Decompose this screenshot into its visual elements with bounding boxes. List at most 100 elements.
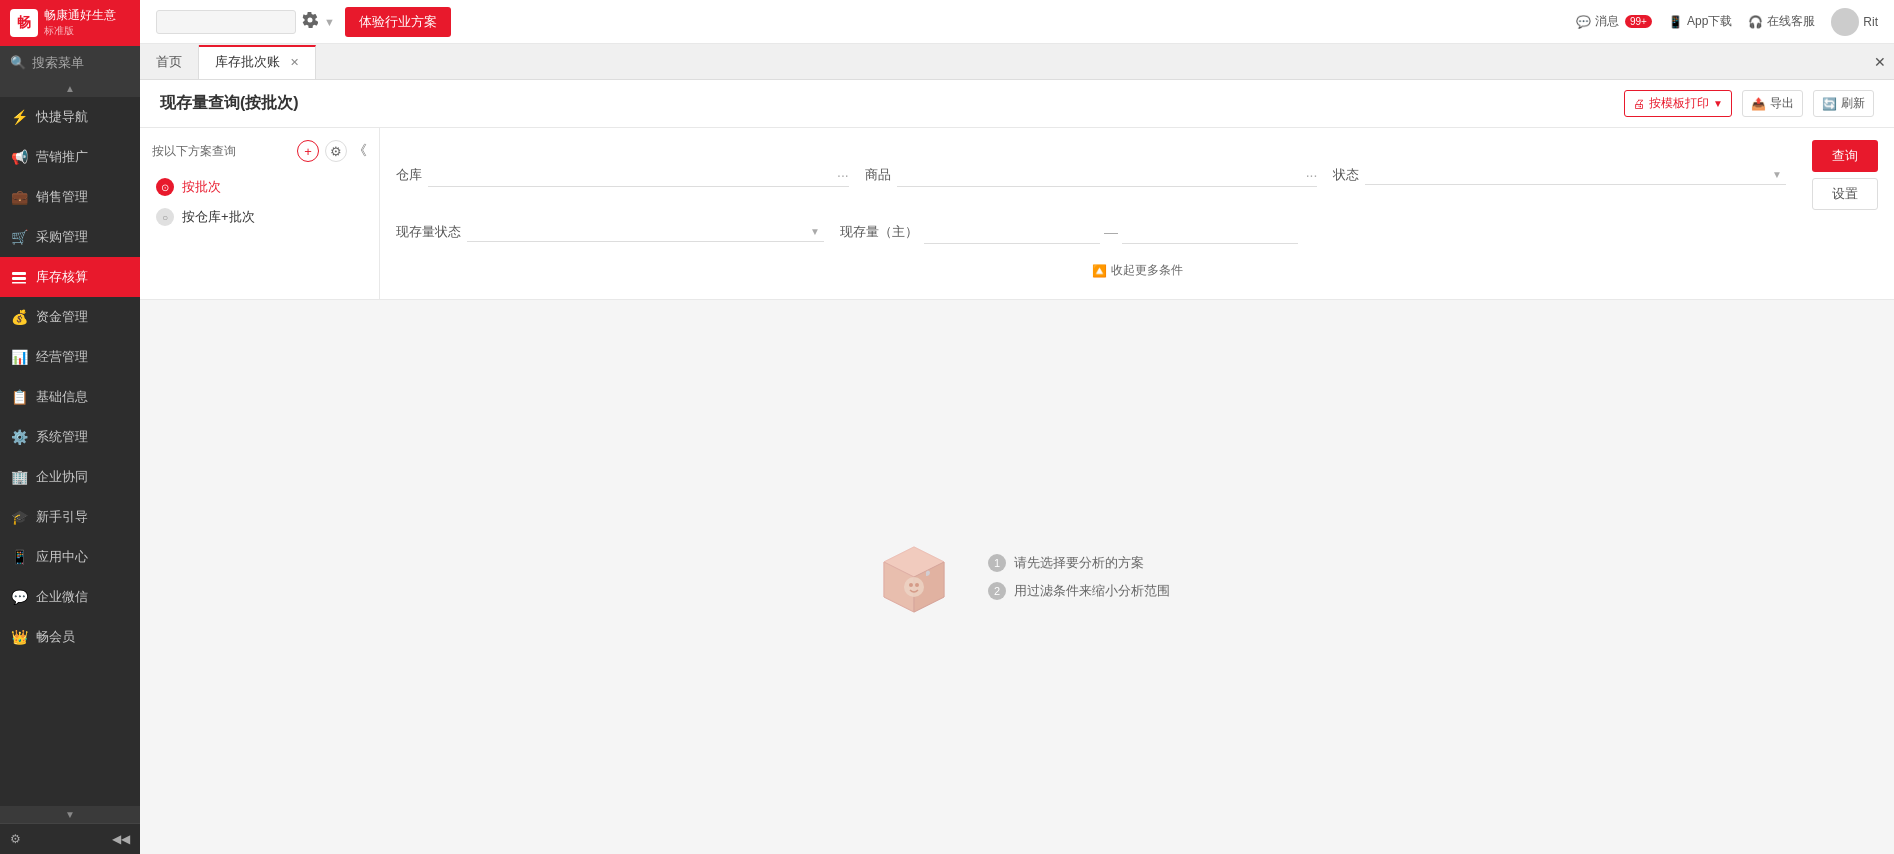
tab-home[interactable]: 首页 [140,45,199,79]
warehouse-more-btn[interactable]: ··· [837,167,849,183]
export-btn[interactable]: 📤 导出 [1742,90,1803,117]
empty-tips: 1 请先选择要分析的方案 2 用过滤条件来缩小分析范围 [988,554,1170,600]
wechat-icon: 💬 [10,588,28,606]
sidebar-item-system[interactable]: ⚙️ 系统管理 [0,417,140,457]
sidebar-settings-btn[interactable]: ⚙ [10,832,21,846]
sidebar-item-app-center[interactable]: 📱 应用中心 [0,537,140,577]
sidebar-item-basic[interactable]: 📋 基础信息 [0,377,140,417]
newcomer-icon: 🎓 [10,508,28,526]
sidebar: 畅 畅康通好生意 标准版 🔍 搜索菜单 ▲ ⚡ 快捷导航 📢 营销推广 💼 销售… [0,0,140,854]
system-icon: ⚙️ [10,428,28,446]
goods-input-area: ··· [897,163,1318,187]
sidebar-item-label: 新手引导 [36,508,88,526]
filter-right-panel: 仓库 ··· 商品 ··· [380,128,1894,299]
status-select[interactable]: ▼ [1365,165,1786,185]
collapse-up-icon: 🔼 [1092,264,1107,278]
sidebar-scroll-down[interactable]: ▼ [0,806,140,823]
print-btn[interactable]: 🖨 按模板打印 ▼ [1624,90,1732,117]
sidebar-search[interactable]: 🔍 搜索菜单 [0,46,140,80]
filter-scheme-by-batch[interactable]: ⊙ 按批次 [152,172,367,202]
stock-status-select[interactable]: ▼ [467,222,824,242]
sidebar-collapse-btn[interactable]: ◀◀ [112,832,130,846]
refresh-btn[interactable]: 🔄 刷新 [1813,90,1874,117]
filter-group-stock-status: 现存量状态 ▼ [396,222,824,242]
stock-qty-dash: — [1104,224,1118,240]
goods-more-btn[interactable]: ··· [1306,167,1318,183]
warehouse-label: 仓库 [396,166,422,184]
topbar-search-input[interactable] [156,10,296,34]
user-btn[interactable]: Rit [1831,8,1878,36]
stock-qty-from-input[interactable] [924,220,1100,244]
app-center-icon: 📱 [10,548,28,566]
status-label: 状态 [1333,166,1359,184]
filter-left-header: 按以下方案查询 + ⚙ 《 [152,140,367,162]
sidebar-scroll-up[interactable]: ▲ [0,80,140,97]
tab-close-btn[interactable]: ✕ [290,56,299,68]
tip-text-2: 用过滤条件来缩小分析范围 [1014,582,1170,600]
tab-inventory-batch[interactable]: 库存批次账 ✕ [199,45,316,79]
inventory-icon [10,268,28,286]
sidebar-item-inventory[interactable]: 库存核算 [0,257,140,297]
goods-input[interactable] [897,163,1318,187]
marketing-icon: 📢 [10,148,28,166]
svg-rect-0 [12,272,26,275]
app-edition: 标准版 [44,24,116,38]
filter-group-stock-qty: 现存量（主） — [840,220,1298,244]
refresh-icon: 🔄 [1822,97,1837,111]
sidebar-item-quick-nav[interactable]: ⚡ 快捷导航 [0,97,140,137]
sidebar-item-enterprise[interactable]: 🏢 企业协同 [0,457,140,497]
sidebar-item-label: 畅会员 [36,628,75,646]
topbar-gear-icon[interactable] [302,12,318,31]
warehouse-input[interactable] [428,163,849,187]
filter-scheme-by-warehouse-batch[interactable]: ○ 按仓库+批次 [152,202,367,232]
stock-status-input-area: ▼ [467,222,824,242]
search-icon: 🔍 [10,55,26,70]
scheme-by-batch-label: 按批次 [182,178,221,196]
sidebar-item-marketing[interactable]: 📢 营销推广 [0,137,140,177]
basic-icon: 📋 [10,388,28,406]
gear-icon: ⚙ [330,144,342,159]
sidebar-item-operations[interactable]: 📊 经营管理 [0,337,140,377]
service-btn[interactable]: 🎧 在线客服 [1748,13,1815,30]
empty-tip-2: 2 用过滤条件来缩小分析范围 [988,582,1170,600]
sidebar-item-label: 销售管理 [36,188,88,206]
tip-num-1: 1 [988,554,1006,572]
message-btn[interactable]: 💬 消息 99+ [1576,13,1652,30]
sidebar-footer: ⚙ ◀◀ [0,823,140,854]
topbar: ▼ 体验行业方案 💬 消息 99+ 📱 App下载 🎧 在线客服 Rit [140,0,1894,44]
quick-nav-icon: ⚡ [10,108,28,126]
svg-point-8 [909,583,913,587]
print-arrow-icon: ▼ [1713,98,1723,109]
settings-icon: ⚙ [10,832,21,846]
sidebar-item-finance[interactable]: 💰 资金管理 [0,297,140,337]
tip-text-1: 请先选择要分析的方案 [1014,554,1144,572]
empty-tip-1: 1 请先选择要分析的方案 [988,554,1170,572]
topbar-dropdown-arrow[interactable]: ▼ [324,16,335,28]
empty-icon [864,527,964,627]
sidebar-item-newcomer[interactable]: 🎓 新手引导 [0,497,140,537]
page-content: 现存量查询(按批次) 🖨 按模板打印 ▼ 📤 导出 🔄 刷新 [140,80,1894,854]
stock-qty-to-input[interactable] [1122,220,1298,244]
member-icon: 👑 [10,628,28,646]
tab-home-label: 首页 [156,54,182,69]
filter-group-status: 状态 ▼ [1333,165,1786,185]
collapse-more-btn[interactable]: 🔼 收起更多条件 [396,254,1878,287]
filter-settings-btn[interactable]: 设置 [1812,178,1878,210]
sidebar-item-purchase[interactable]: 🛒 采购管理 [0,217,140,257]
app-download-btn[interactable]: 📱 App下载 [1668,13,1732,30]
collapse-icon: ◀◀ [112,832,130,846]
filter-actions: 查询 设置 [1812,140,1878,210]
tab-close-main-btn[interactable]: ✕ [1874,54,1886,70]
export-label: 导出 [1770,95,1794,112]
sidebar-item-member[interactable]: 👑 畅会员 [0,617,140,657]
service-label: 在线客服 [1767,13,1815,30]
download-icon: 📱 [1668,15,1683,29]
add-scheme-btn[interactable]: + [297,140,319,162]
app-download-label: App下载 [1687,13,1732,30]
sidebar-item-sales[interactable]: 💼 销售管理 [0,177,140,217]
query-btn[interactable]: 查询 [1812,140,1878,172]
collapse-left-btn[interactable]: 《 [353,142,367,160]
scheme-settings-btn[interactable]: ⚙ [325,140,347,162]
trial-btn[interactable]: 体验行业方案 [345,7,451,37]
sidebar-item-wechat[interactable]: 💬 企业微信 [0,577,140,617]
